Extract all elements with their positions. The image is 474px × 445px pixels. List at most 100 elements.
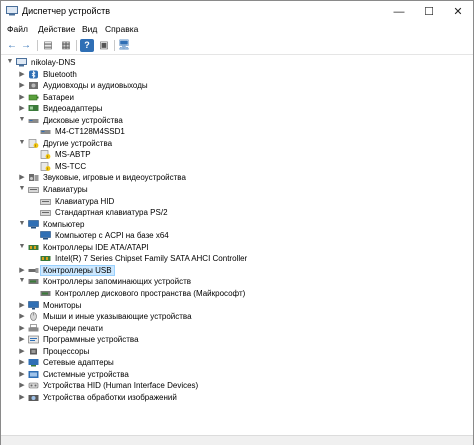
keyboard-icon [28, 187, 39, 193]
camera-icon [28, 394, 39, 401]
expander-collapsed-icon[interactable]: ▶ [18, 370, 26, 378]
expander-collapsed-icon[interactable]: ▶ [18, 70, 26, 78]
tree-item-label: Устройства HID (Human Interface Devices) [43, 381, 199, 391]
tree-category[interactable]: ▶ Контроллеры USB [18, 264, 462, 277]
tree-item-label: Компьютер с ACPI на базе x64 [55, 231, 169, 241]
tree-category[interactable]: ▶ Устройства обработки изображений [18, 392, 462, 404]
bluetooth-icon [29, 70, 38, 78]
tree-device[interactable]: Контроллер дискового пространства (Майкр… [30, 288, 462, 300]
expander-expanded-icon[interactable]: ▼ [6, 58, 14, 65]
tree-category[interactable]: ▶ Очереди печати [18, 323, 462, 335]
tree-device[interactable]: Стандартная клавиатура PS/2 [30, 207, 462, 219]
expander-collapsed-icon[interactable]: ▶ [18, 173, 26, 181]
root-label: nikolay-DNS [31, 58, 76, 67]
show-hidden-icon[interactable]: ▣ [97, 39, 111, 52]
expander-collapsed-icon[interactable]: ▶ [18, 381, 26, 389]
close-button[interactable]: ✕ [443, 1, 473, 23]
toolbar-separator [114, 40, 115, 51]
maximize-button[interactable]: ☐ [414, 1, 444, 23]
menu-file[interactable]: Файл [7, 24, 28, 34]
expander-expanded-icon[interactable]: ▼ [18, 139, 26, 146]
device-tree: ▼ nikolay-DNS ▶ Bluetooth ▶ Аудиовходы и ау… [2, 55, 472, 435]
tree-item-label: Мониторы [43, 300, 82, 310]
tree-category[interactable]: ▶ Программные устройства [18, 334, 462, 346]
tree-category[interactable]: ▶ Мыши и иные указывающие устройства [18, 311, 462, 323]
tree-item-label: MS-ABTP [55, 150, 91, 160]
svg-text:!: ! [47, 155, 48, 159]
scan-hardware-icon[interactable]: 🖥 [117, 39, 131, 52]
tree-device[interactable]: ! MS-TCC [30, 161, 462, 173]
system-device-icon [28, 370, 39, 378]
tree-category[interactable]: ▼ Компьютер [18, 219, 462, 231]
tree-category[interactable]: ▼ Дисковые устройства [18, 115, 462, 127]
ide-controller-icon [40, 256, 51, 262]
expander-collapsed-icon[interactable]: ▶ [18, 93, 26, 101]
toolbar: ← → ▤ ▦ ? ▣ 🖥 [1, 37, 473, 55]
tree-item-label: Дисковые устройства [43, 115, 123, 125]
tree-device[interactable]: Intel(R) 7 Series Chipset Family SATA AH… [30, 253, 462, 265]
toolbar-separator [37, 40, 38, 51]
tree-category[interactable]: ▼! Другие устройства [18, 138, 462, 150]
tree-category[interactable]: ▼ Клавиатуры [18, 184, 462, 196]
expander-expanded-icon[interactable]: ▼ [18, 185, 26, 192]
tree-category[interactable]: ▶ Сетевые адаптеры [18, 357, 462, 369]
status-bar [1, 435, 473, 445]
audio-icon [29, 82, 38, 90]
tree-category[interactable]: ▶ Батареи [18, 92, 462, 104]
properties-icon[interactable]: ▤ [41, 39, 55, 52]
tree-device[interactable]: M4-CT128M4SSD1 [30, 126, 462, 138]
computer-icon [40, 231, 51, 240]
tree-category[interactable]: ▶ Аудиовходы и аудиовыходы [18, 80, 462, 92]
menu-view[interactable]: Вид [82, 24, 97, 34]
svg-text:!: ! [47, 167, 48, 171]
storage-controller-icon [28, 279, 39, 285]
expander-collapsed-icon[interactable]: ▶ [18, 104, 26, 112]
minimize-button[interactable]: — [384, 1, 414, 23]
tree-item-label: Процессоры [43, 346, 90, 356]
menu-help[interactable]: Справка [105, 24, 138, 34]
tree-category[interactable]: ▶ Видеоадаптеры [18, 103, 462, 115]
tree-item-label: Стандартная клавиатура PS/2 [55, 208, 168, 218]
toolbar-separator [76, 40, 77, 51]
tree-category[interactable]: ▶ Мониторы [18, 300, 462, 312]
tree-device[interactable]: Клавиатура HID [30, 196, 462, 208]
computer-icon [16, 58, 27, 67]
tree-category[interactable]: ▶ Процессоры [18, 346, 462, 358]
tree-category[interactable]: ▼ Контроллеры IDE ATA/ATAPI [18, 242, 462, 254]
tree-item-label: Intel(R) 7 Series Chipset Family SATA AH… [55, 254, 248, 264]
forward-arrow-icon[interactable]: → [19, 39, 33, 52]
tree-item-label: Контроллеры запоминающих устройств [43, 277, 191, 287]
update-driver-icon[interactable]: ▦ [59, 39, 73, 52]
back-arrow-icon[interactable]: ← [5, 39, 19, 52]
tree-category[interactable]: ▶ Звуковые, игровые и видеоустройства [18, 172, 462, 184]
tree-root[interactable]: ▼ nikolay-DNS [6, 57, 466, 69]
expander-collapsed-icon[interactable]: ▶ [18, 266, 26, 274]
tree-device[interactable]: Компьютер с ACPI на базе x64 [30, 230, 462, 242]
help-icon[interactable]: ? [80, 39, 94, 52]
expander-expanded-icon[interactable]: ▼ [18, 277, 26, 284]
tree-device[interactable]: ! MS-ABTP [30, 149, 462, 161]
tree-category[interactable]: ▶ Системные устройства [18, 369, 462, 381]
expander-collapsed-icon[interactable]: ▶ [18, 347, 26, 355]
expander-collapsed-icon[interactable]: ▶ [18, 81, 26, 89]
usb-icon [28, 267, 39, 273]
expander-collapsed-icon[interactable]: ▶ [18, 335, 26, 343]
menu-action[interactable]: Действие [38, 24, 75, 34]
expander-collapsed-icon[interactable]: ▶ [18, 324, 26, 332]
device-manager-icon [6, 6, 18, 16]
expander-expanded-icon[interactable]: ▼ [18, 220, 26, 227]
expander-collapsed-icon[interactable]: ▶ [18, 393, 26, 401]
expander-collapsed-icon[interactable]: ▶ [18, 312, 26, 320]
tree-item-label: Клавиатуры [43, 185, 88, 194]
tree-category[interactable]: ▼ Контроллеры запоминающих устройств [18, 276, 462, 288]
expander-expanded-icon[interactable]: ▼ [18, 243, 26, 250]
tree-item-label: Устройства обработки изображений [43, 392, 177, 402]
tree-item-label: Аудиовходы и аудиовыходы [43, 81, 148, 91]
tree-item-label: Клавиатура HID [55, 196, 115, 206]
tree-category[interactable]: ▶ Bluetooth [18, 69, 462, 81]
tree-category[interactable]: ▶ Устройства HID (Human Interface Devices… [18, 380, 462, 392]
expander-expanded-icon[interactable]: ▼ [18, 116, 26, 123]
expander-collapsed-icon[interactable]: ▶ [18, 301, 26, 309]
expander-collapsed-icon[interactable]: ▶ [18, 358, 26, 366]
tree-item-label: Контроллеры USB [40, 264, 115, 276]
